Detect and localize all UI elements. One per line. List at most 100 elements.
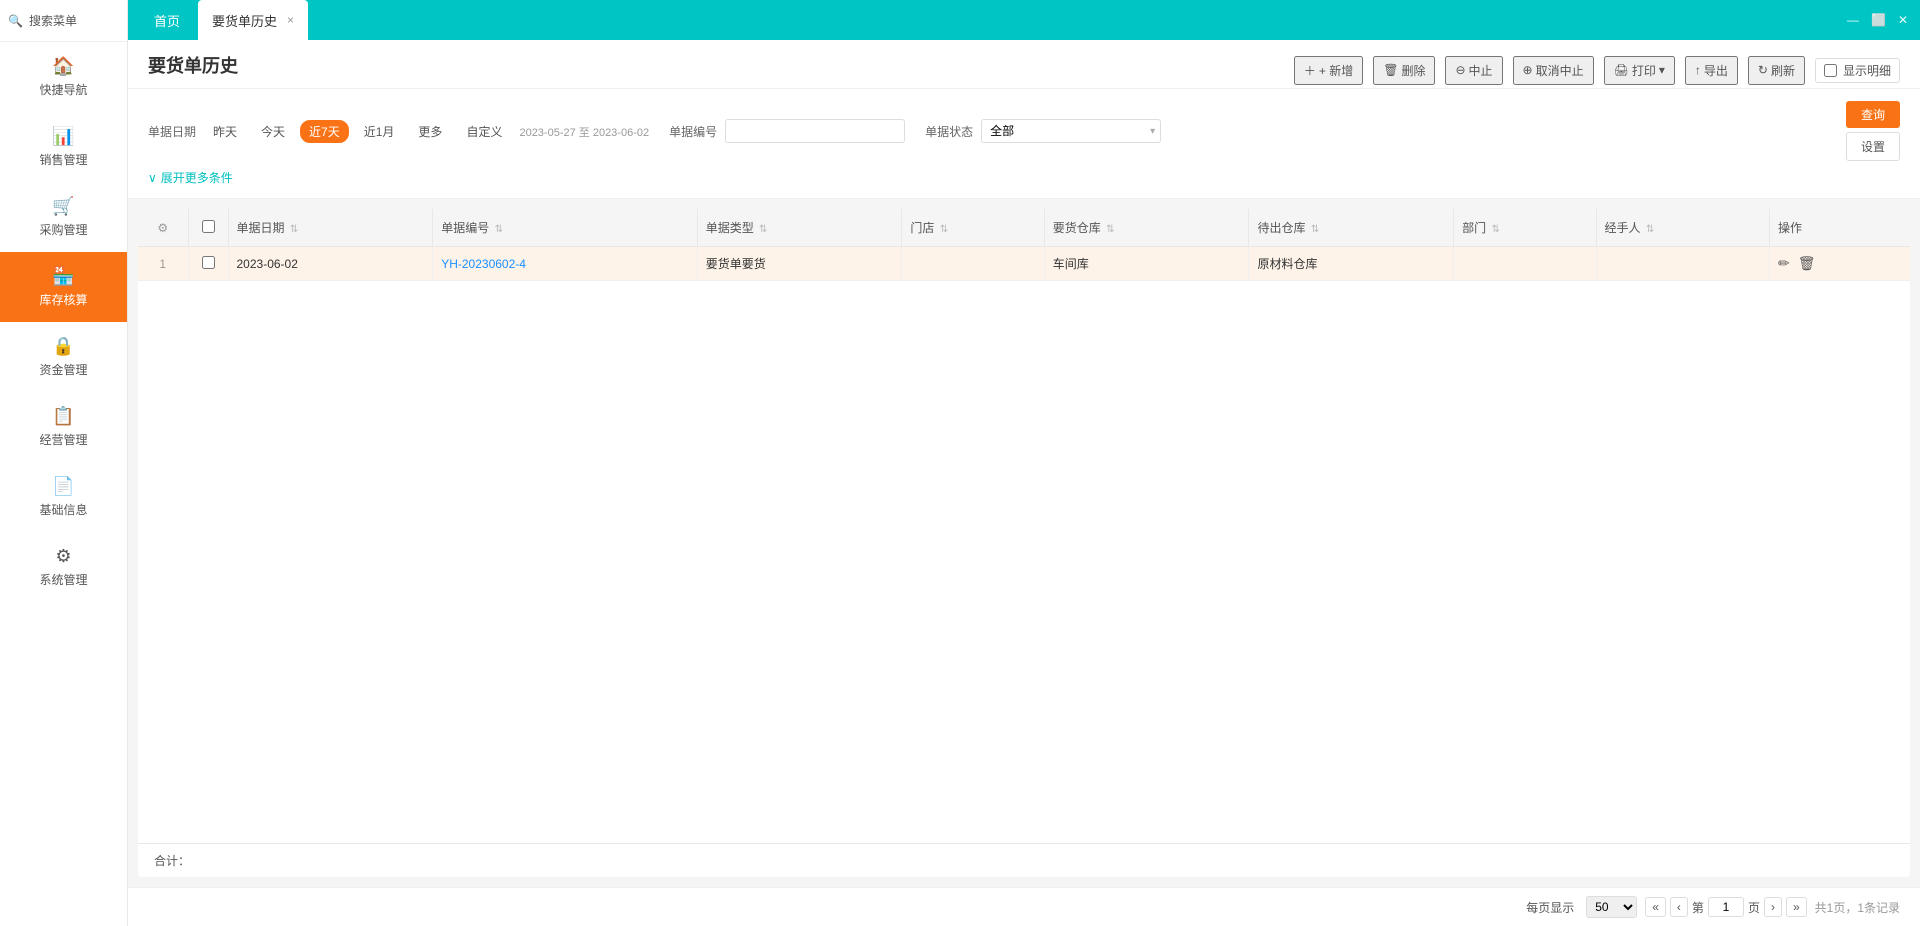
- display-detail-button[interactable]: 显示明细: [1815, 58, 1900, 83]
- new-icon: ＋: [1304, 62, 1316, 79]
- page-prev-button[interactable]: ‹: [1670, 897, 1688, 917]
- date-filter-label: 单据日期: [148, 123, 196, 140]
- topbar-right: — ⬜ ✕: [1847, 13, 1908, 27]
- col-handler-label: 经手人: [1605, 221, 1641, 235]
- delete-icon: 🗑: [1383, 63, 1398, 77]
- page-first-button[interactable]: «: [1645, 897, 1666, 917]
- row-handler: [1596, 247, 1770, 281]
- tab-close-icon[interactable]: ×: [287, 13, 294, 27]
- page-size-select[interactable]: 50 20 100: [1586, 896, 1637, 918]
- new-button[interactable]: ＋ + 新增: [1294, 56, 1363, 85]
- display-detail-label: 显示明细: [1843, 62, 1891, 79]
- date-btn-last7days[interactable]: 近7天: [300, 120, 349, 143]
- sidebar-item-label: 系统管理: [39, 571, 87, 588]
- tab-home-label: 首页: [154, 11, 180, 30]
- tab-home[interactable]: 首页: [140, 0, 194, 40]
- table-row[interactable]: 1 2023-06-02 YH-20230602-4 要货单要货 车间库 原材料…: [138, 247, 1910, 281]
- cancel-stop-button[interactable]: ⊕ 取消中止: [1513, 56, 1594, 85]
- row-edit-icon[interactable]: ✏: [1778, 255, 1790, 272]
- doc-number-input[interactable]: [725, 119, 905, 143]
- search-icon: 🔍: [8, 14, 23, 28]
- query-button[interactable]: 查询: [1846, 101, 1900, 128]
- date-btn-today[interactable]: 今天: [252, 120, 294, 143]
- sidebar-item-finance[interactable]: 🔒 资金管理: [0, 322, 127, 392]
- topbar: 首页 要货单历史 × — ⬜ ✕: [128, 0, 1920, 40]
- sidebar-search[interactable]: 🔍 搜索菜单: [0, 0, 127, 42]
- sidebar-item-label: 基础信息: [39, 501, 87, 518]
- expand-filter-arrow-icon: ∨: [148, 171, 157, 185]
- date-filter-buttons: 昨天 今天 近7天 近1月 更多 自定义: [204, 120, 511, 143]
- filter-area: 单据日期 昨天 今天 近7天 近1月 更多 自定义 2023-05-27 至 2…: [128, 89, 1920, 199]
- stop-label: 中止: [1469, 62, 1493, 79]
- finance-icon: 🔒: [52, 336, 74, 357]
- delete-button[interactable]: 🗑 删除: [1373, 56, 1435, 85]
- date-btn-yesterday[interactable]: 昨天: [204, 120, 246, 143]
- col-header-settings: ⚙: [138, 209, 188, 247]
- pagination: 每页显示 50 20 100 « ‹ 第 页 › » 共1页，1条记录: [128, 887, 1920, 926]
- sidebar-item-quick-nav[interactable]: 🏠 快捷导航: [0, 42, 127, 112]
- tab-requisition-history[interactable]: 要货单历史 ×: [198, 0, 308, 40]
- page-jump-suffix: 页: [1748, 899, 1760, 916]
- doc-status-select[interactable]: 全部 待审核 已审核 已中止: [981, 119, 1161, 143]
- settings-button[interactable]: 设置: [1846, 132, 1900, 161]
- date-btn-more[interactable]: 更多: [409, 120, 451, 143]
- display-detail-checkbox[interactable]: [1824, 64, 1837, 77]
- doc-status-label: 单据状态: [925, 123, 973, 140]
- sidebar-item-inventory[interactable]: 🏪 库存核算: [0, 252, 127, 322]
- sidebar-item-sales[interactable]: 📊 销售管理: [0, 112, 127, 182]
- table-settings-icon[interactable]: ⚙: [157, 221, 168, 235]
- doc-number-label: 单据编号: [669, 123, 717, 140]
- col-date-sort-icon[interactable]: ⇅: [290, 224, 298, 235]
- row-checkbox[interactable]: [202, 256, 215, 269]
- date-range-display: 2023-05-27 至 2023-06-02: [519, 124, 649, 140]
- col-dept-sort-icon[interactable]: ⇅: [1492, 224, 1500, 235]
- operations-icon: 📋: [52, 406, 74, 427]
- select-all-checkbox[interactable]: [202, 220, 215, 233]
- col-doctype-sort-icon[interactable]: ⇅: [759, 224, 767, 235]
- row-action-cell: ✏ 🗑: [1770, 247, 1910, 281]
- print-label: 打印: [1632, 62, 1656, 79]
- export-button[interactable]: ↑ 导出: [1685, 56, 1738, 85]
- row-department: [1454, 247, 1596, 281]
- doc-status-select-wrap: 全部 待审核 已审核 已中止 ▾: [981, 119, 1161, 143]
- date-btn-last1month[interactable]: 近1月: [355, 120, 404, 143]
- col-store-sort-icon[interactable]: ⇅: [940, 224, 948, 235]
- sidebar-item-basic[interactable]: 📄 基础信息: [0, 462, 127, 532]
- page-next-button[interactable]: ›: [1764, 897, 1782, 917]
- col-header-doc-type: 单据类型 ⇅: [697, 209, 902, 247]
- date-btn-custom[interactable]: 自定义: [457, 120, 511, 143]
- sidebar-item-label: 快捷导航: [39, 81, 87, 98]
- col-handler-sort-icon[interactable]: ⇅: [1646, 224, 1654, 235]
- cancel-stop-label: 取消中止: [1536, 62, 1584, 79]
- col-header-department: 部门 ⇅: [1454, 209, 1596, 247]
- sales-icon: 📊: [52, 126, 74, 147]
- col-header-pending-warehouse: 待出仓库 ⇅: [1249, 209, 1454, 247]
- row-req-warehouse: 车间库: [1044, 247, 1249, 281]
- window-maximize-icon[interactable]: ⬜: [1871, 13, 1886, 27]
- refresh-button[interactable]: ↻ 刷新: [1748, 56, 1805, 85]
- export-icon: ↑: [1695, 63, 1701, 77]
- main-area: 首页 要货单历史 × — ⬜ ✕ 要货单历史 ＋ + 新增 🗑 删除: [128, 0, 1920, 926]
- window-minimize-icon[interactable]: —: [1847, 13, 1859, 27]
- sidebar-item-operations[interactable]: 📋 经营管理: [0, 392, 127, 462]
- print-button[interactable]: 🖨 打印 ▾: [1604, 56, 1675, 85]
- col-pending-warehouse-sort-icon[interactable]: ⇅: [1311, 224, 1319, 235]
- page-input[interactable]: [1708, 897, 1744, 917]
- col-header-date: 单据日期 ⇅: [228, 209, 433, 247]
- sidebar-item-system[interactable]: ⚙ 系统管理: [0, 532, 127, 602]
- expand-filter[interactable]: ∨ 展开更多条件: [148, 169, 1900, 186]
- col-docno-sort-icon[interactable]: ⇅: [495, 224, 503, 235]
- table-wrap: ⚙ 单据日期 ⇅ 单据编号 ⇅: [138, 209, 1910, 877]
- col-req-warehouse-sort-icon[interactable]: ⇅: [1106, 224, 1114, 235]
- page-jump-label: 第: [1692, 899, 1704, 916]
- page-last-button[interactable]: »: [1786, 897, 1807, 917]
- stop-button[interactable]: ⊖ 中止: [1445, 56, 1502, 85]
- filter-row: 单据日期 昨天 今天 近7天 近1月 更多 自定义 2023-05-27 至 2…: [148, 101, 1900, 161]
- row-doc-no-link[interactable]: YH-20230602-4: [441, 257, 526, 271]
- row-delete-icon[interactable]: 🗑: [1798, 255, 1816, 272]
- sidebar-item-purchase[interactable]: 🛒 采购管理: [0, 182, 127, 252]
- table-body: 1 2023-06-02 YH-20230602-4 要货单要货 车间库 原材料…: [138, 247, 1910, 281]
- sidebar-item-label: 经营管理: [39, 431, 87, 448]
- sidebar-item-label: 销售管理: [39, 151, 87, 168]
- window-close-icon[interactable]: ✕: [1898, 13, 1908, 27]
